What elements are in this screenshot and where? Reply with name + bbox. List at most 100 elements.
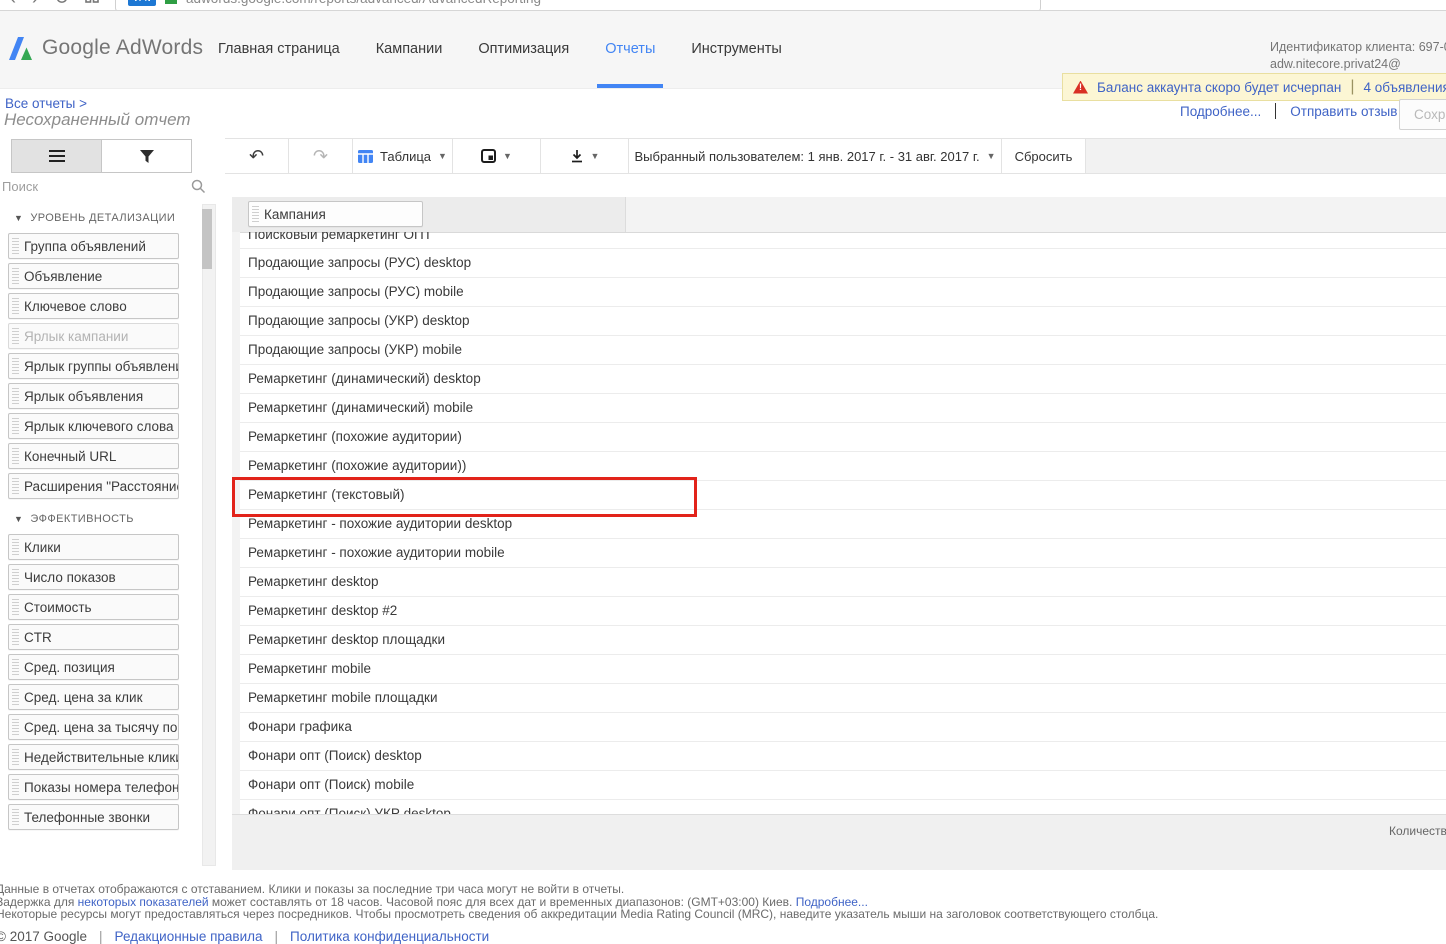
copyright-row: © 2017 Google | Редакционные правила | П… xyxy=(0,929,489,944)
section-detail-level[interactable]: ▼ УРОВЕНЬ ДЕТАЛИЗАЦИИ xyxy=(0,202,218,230)
table-row[interactable]: Продающие запросы (УКР) mobile xyxy=(240,336,1446,365)
search-icon xyxy=(191,179,206,194)
field-chip-ctr[interactable]: CTR xyxy=(8,624,179,650)
reset-label: Сбросить xyxy=(1014,148,1073,164)
field-chip-adgroup-label[interactable]: Ярлык группы объявлений xyxy=(8,353,179,379)
table-row[interactable]: Продающие запросы (РУС) desktop xyxy=(240,249,1446,278)
save-button[interactable]: Сохра xyxy=(1399,99,1446,130)
field-chip-impressions[interactable]: Число показов xyxy=(8,564,179,590)
red-highlight-box xyxy=(232,477,697,517)
copyright-text: © 2017 Google xyxy=(0,929,88,944)
table-row[interactable]: Продающие запросы (РУС) mobile xyxy=(240,278,1446,307)
client-email: adw.nitecore.privat24@ xyxy=(1270,57,1401,71)
page-footer: Данные в отчетах отображаются с отставан… xyxy=(0,883,1446,921)
all-reports-link[interactable]: Все отчеты > xyxy=(5,96,87,111)
tab-campaigns[interactable]: Кампании xyxy=(376,10,443,88)
table-row[interactable]: Ремаркетинг mobile xyxy=(240,655,1446,684)
table-row[interactable]: Ремаркетинг (динамический) desktop xyxy=(240,365,1446,394)
field-chip-campaign-label[interactable]: Ярлык кампании xyxy=(8,323,179,349)
table-row[interactable]: Фонари опт (Поиск) desktop xyxy=(240,742,1446,771)
segment-dropdown-button[interactable]: ▼ xyxy=(453,139,541,173)
disapproved-ads-link[interactable]: 4 объявления отк xyxy=(1364,80,1446,95)
account-warning-banner: Баланс аккаунта скоро будет исчерпан | 4… xyxy=(1062,73,1446,101)
table-row[interactable]: Поисковый ремаркетинг ОПТ xyxy=(240,232,1446,249)
editorial-guidelines-link[interactable]: Редакционные правила xyxy=(115,929,263,944)
field-chip-ad-label[interactable]: Ярлык объявления xyxy=(8,383,179,409)
field-chip-invalid-clicks[interactable]: Недействительные клики xyxy=(8,744,179,770)
table-body: Поисковый ремаркетинг ОПТ Продающие запр… xyxy=(240,232,1446,815)
table-row[interactable]: Фонари графика xyxy=(240,713,1446,742)
browser-refresh-icon[interactable]: ↻ xyxy=(54,0,69,10)
sidebar-search[interactable]: Поиск xyxy=(0,172,218,203)
tab-tools[interactable]: Инструменты xyxy=(691,10,781,88)
links-divider xyxy=(1275,103,1277,119)
table-left-gutter xyxy=(232,232,240,815)
section-performance[interactable]: ▼ ЭФФЕКТИВНОСТЬ xyxy=(0,503,218,531)
privacy-policy-link[interactable]: Политика конфиденциальности xyxy=(290,929,489,944)
toolbar-filler xyxy=(1086,139,1446,173)
browser-forward-icon[interactable]: › xyxy=(32,0,38,10)
table-row[interactable]: Ремаркетинг (динамический) mobile xyxy=(240,394,1446,423)
field-chip-final-url[interactable]: Конечный URL xyxy=(8,443,179,469)
alert-triangle-icon xyxy=(1073,80,1088,94)
field-chip-avg-cpc[interactable]: Сред. цена за клик xyxy=(8,684,179,710)
table-row[interactable]: Фонари опт (Поиск) УКР desktop xyxy=(240,800,1446,815)
table-row[interactable]: Ремаркетинг desktop xyxy=(240,568,1446,597)
table-row[interactable]: Ремаркетинг - похожие аудитории mobile xyxy=(240,539,1446,568)
chart-type-dropdown[interactable]: Таблица ▼ xyxy=(353,139,453,173)
field-chip-phone-impressions[interactable]: Показы номера телефона xyxy=(8,774,179,800)
field-chip-clicks[interactable]: Клики xyxy=(8,534,179,560)
browser-back-icon[interactable]: ‹ xyxy=(10,0,16,10)
undo-button[interactable]: ↶ xyxy=(225,139,289,173)
adwords-logo-icon xyxy=(9,36,32,60)
drag-handle-icon xyxy=(12,447,19,465)
table-row[interactable]: Продающие запросы (УКР) desktop xyxy=(240,307,1446,336)
send-feedback-link[interactable]: Отправить отзыв xyxy=(1290,104,1397,119)
field-chip-ad-group[interactable]: Группа объявлений xyxy=(8,233,179,259)
field-chip-avg-position[interactable]: Сред. позиция xyxy=(8,654,179,680)
list-icon xyxy=(48,150,65,162)
download-dropdown-button[interactable]: ▼ xyxy=(541,139,629,173)
drag-handle-icon xyxy=(12,237,19,255)
table-row[interactable]: Ремаркетинг desktop площадки xyxy=(240,626,1446,655)
vpn-extension-icon[interactable]: VPN xyxy=(128,0,157,6)
scrollbar-thumb[interactable] xyxy=(202,209,212,269)
browser-apps-grid-icon[interactable] xyxy=(85,0,99,8)
field-chip-cost[interactable]: Стоимость xyxy=(8,594,179,620)
balance-warning-link[interactable]: Баланс аккаунта скоро будет исчерпан xyxy=(1097,80,1341,95)
table-row[interactable]: Ремаркетинг (похожие аудитории) xyxy=(240,423,1446,452)
sidebar-scrollbar[interactable] xyxy=(202,204,216,866)
filter-toggle-button[interactable] xyxy=(102,139,192,173)
table-row[interactable]: Ремаркетинг desktop #2 xyxy=(240,597,1446,626)
table-row[interactable]: Ремаркетинг mobile площадки xyxy=(240,684,1446,713)
report-table: Кампания Поисковый ремаркетинг ОПТ Прода… xyxy=(232,197,1446,870)
copy-separator: | xyxy=(274,929,279,944)
search-placeholder: Поиск xyxy=(2,179,39,194)
field-chip-keyword-label[interactable]: Ярлык ключевого слова xyxy=(8,413,179,439)
address-bar[interactable]: VPN adwords.google.com/reports/advanced/… xyxy=(115,0,1042,10)
chart-type-label: Таблица xyxy=(380,148,432,164)
tab-optimization[interactable]: Оптимизация xyxy=(478,10,569,88)
table-row[interactable]: Фонари опт (Поиск) mobile xyxy=(240,771,1446,800)
undo-icon: ↶ xyxy=(248,145,265,166)
field-chip-distance-ext[interactable]: Расширения "Расстояние xyxy=(8,473,179,499)
browser-chrome: ‹ › ↻ VPN adwords.google.com/reports/adv… xyxy=(0,0,1446,11)
field-chip-ad[interactable]: Объявление xyxy=(8,263,179,289)
tab-home[interactable]: Главная страница xyxy=(218,10,340,88)
field-chip-avg-cpm[interactable]: Сред. цена за тысячу пока xyxy=(8,714,179,740)
field-chip-keyword[interactable]: Ключевое слово xyxy=(8,293,179,319)
field-chip-phone-calls[interactable]: Телефонные звонки xyxy=(8,804,179,830)
date-range-selector[interactable]: Выбранный пользователем: 1 янв. 2017 г. … xyxy=(629,139,1002,173)
tab-reports[interactable]: Отчеты xyxy=(597,10,664,88)
reset-button[interactable]: Сбросить xyxy=(1002,139,1086,173)
campaign-column-chip[interactable]: Кампания xyxy=(248,201,423,227)
redo-button[interactable]: ↷ xyxy=(289,139,353,173)
adwords-logo[interactable]: Google AdWords xyxy=(8,36,203,60)
extension-icon[interactable] xyxy=(165,0,178,4)
copy-separator: | xyxy=(99,929,103,944)
drag-handle-icon xyxy=(12,658,19,676)
more-details-link[interactable]: Подробнее... xyxy=(1180,104,1261,119)
drag-handle-icon xyxy=(12,598,19,616)
fields-list-toggle-button[interactable] xyxy=(11,139,102,173)
chevron-down-icon: ▼ xyxy=(438,151,447,161)
